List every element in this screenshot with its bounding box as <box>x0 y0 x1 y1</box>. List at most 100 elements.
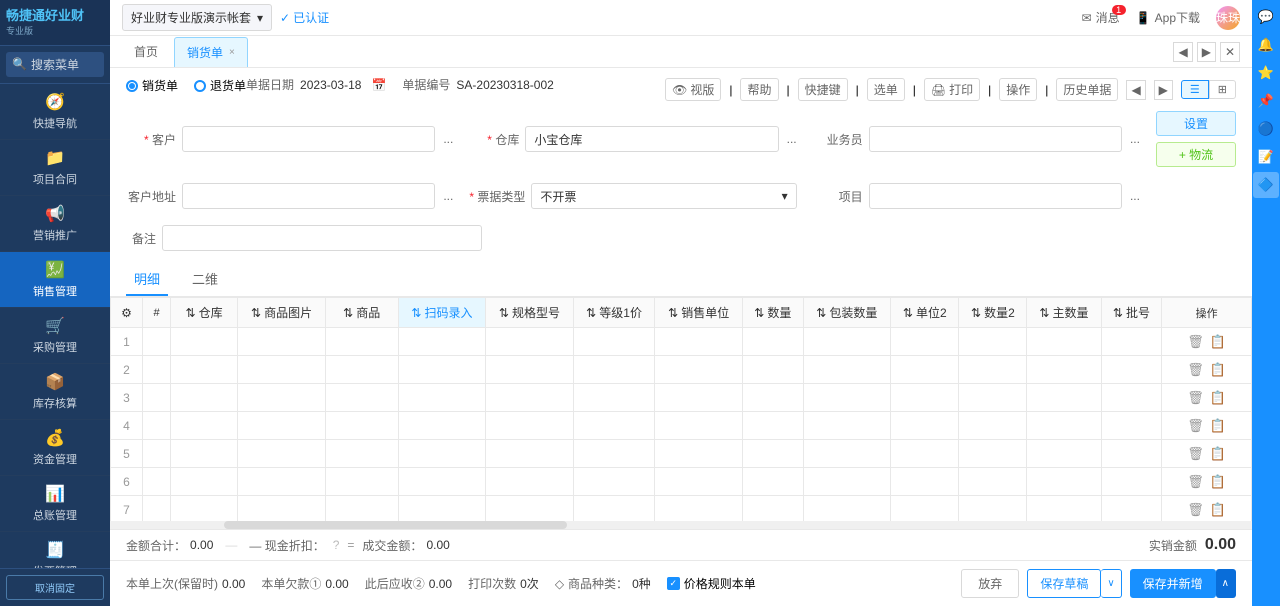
table-cell[interactable] <box>959 412 1027 440</box>
right-icon-chat[interactable]: 💬 <box>1253 4 1279 30</box>
customer-input[interactable] <box>182 126 435 152</box>
th-product[interactable]: ⇅ 商品 <box>325 298 398 328</box>
table-cell[interactable] <box>573 356 655 384</box>
right-icon-diamond[interactable]: 🔷 <box>1253 172 1279 198</box>
table-cell[interactable] <box>891 356 959 384</box>
table-cell[interactable] <box>486 328 574 356</box>
table-cell[interactable] <box>171 356 238 384</box>
help-icon[interactable]: ? <box>333 538 340 552</box>
table-cell[interactable] <box>1027 384 1101 412</box>
table-cell[interactable] <box>1027 496 1101 522</box>
th-scan-entry[interactable]: ⇅ 扫码录入 <box>398 298 486 328</box>
project-dots[interactable]: ... <box>1130 189 1140 203</box>
view-table-button[interactable]: ☰ <box>1181 80 1209 99</box>
note-input[interactable] <box>162 225 482 251</box>
table-cell[interactable] <box>655 412 743 440</box>
sidebar-item-sales[interactable]: 💹 销售管理 <box>0 252 110 308</box>
right-icon-circle[interactable]: 🔵 <box>1253 116 1279 142</box>
table-cell[interactable] <box>398 496 486 522</box>
table-cell[interactable] <box>655 328 743 356</box>
salesperson-input[interactable] <box>869 126 1122 152</box>
save-new-chevron-button[interactable]: ∧ <box>1216 569 1236 598</box>
table-cell[interactable] <box>803 412 891 440</box>
table-cell[interactable] <box>742 440 803 468</box>
right-icon-star[interactable]: ⭐ <box>1253 60 1279 86</box>
table-cell[interactable] <box>655 440 743 468</box>
customer-dots[interactable]: ... <box>443 132 453 146</box>
table-cell[interactable] <box>573 440 655 468</box>
tab-close-icon[interactable]: × <box>229 47 235 58</box>
save-draft-button[interactable]: 保存草稿 <box>1027 569 1101 598</box>
tab-sales-order[interactable]: 销货单 × <box>174 37 248 67</box>
table-cell[interactable] <box>143 328 171 356</box>
th-sales-unit[interactable]: ⇅ 销售单位 <box>655 298 743 328</box>
table-cell[interactable] <box>1027 412 1101 440</box>
table-cell[interactable] <box>1101 440 1162 468</box>
save-draft-chevron-button[interactable]: ∨ <box>1101 569 1121 598</box>
table-cell[interactable] <box>573 384 655 412</box>
sidebar-item-invoice[interactable]: 🧾 发票管理 <box>0 532 110 568</box>
table-cell[interactable] <box>238 356 326 384</box>
table-cell[interactable] <box>803 356 891 384</box>
table-cell[interactable] <box>238 468 326 496</box>
table-cell[interactable] <box>1101 412 1162 440</box>
cancel-fixed-button[interactable]: 取消固定 <box>6 575 104 600</box>
message-action[interactable]: ✉ 消息 1 <box>1082 9 1120 26</box>
address-input[interactable] <box>182 183 435 209</box>
tab-close-all-button[interactable]: ✕ <box>1220 42 1240 62</box>
copy-icon[interactable]: 📋 <box>1210 418 1226 434</box>
table-cell[interactable] <box>325 356 398 384</box>
table-cell[interactable] <box>171 440 238 468</box>
th-batch[interactable]: ⇅ 批号 <box>1101 298 1162 328</box>
calendar-icon[interactable]: 📅 <box>371 78 386 92</box>
delete-icon[interactable]: 🗑 <box>1187 418 1204 434</box>
table-cell[interactable] <box>655 496 743 522</box>
invoice-select[interactable]: 不开票 ▾ <box>531 183 796 209</box>
sidebar-item-finance[interactable]: 💰 资金管理 <box>0 420 110 476</box>
tab-2d[interactable]: 二维 <box>184 265 226 296</box>
sidebar-item-ledger[interactable]: 📊 总账管理 <box>0 476 110 532</box>
table-cell[interactable] <box>742 356 803 384</box>
table-cell[interactable] <box>486 468 574 496</box>
table-cell[interactable] <box>1027 356 1101 384</box>
table-cell[interactable] <box>398 468 486 496</box>
table-cell[interactable] <box>325 440 398 468</box>
table-cell[interactable] <box>238 328 326 356</box>
table-cell[interactable] <box>325 412 398 440</box>
table-cell[interactable] <box>891 412 959 440</box>
copy-icon[interactable]: 📋 <box>1210 390 1226 406</box>
horizontal-scrollbar[interactable] <box>110 521 1252 529</box>
history-button[interactable]: 历史单据 <box>1056 78 1118 101</box>
table-cell[interactable] <box>171 384 238 412</box>
table-cell[interactable] <box>959 384 1027 412</box>
th-settings[interactable]: ⚙ <box>111 298 143 328</box>
table-cell[interactable] <box>486 496 574 522</box>
table-cell[interactable] <box>1101 496 1162 522</box>
th-main-qty[interactable]: ⇅ 主数量 <box>1027 298 1101 328</box>
table-cell[interactable] <box>959 440 1027 468</box>
table-cell[interactable] <box>486 356 574 384</box>
view-grid-button[interactable]: ⊞ <box>1209 80 1236 99</box>
table-cell[interactable] <box>238 412 326 440</box>
table-cell[interactable] <box>1027 468 1101 496</box>
warehouse-input[interactable]: 小宝仓库 <box>525 126 778 152</box>
copy-icon[interactable]: 📋 <box>1210 446 1226 462</box>
copy-icon[interactable]: 📋 <box>1210 474 1226 490</box>
user-menu[interactable]: 珠珠 <box>1216 6 1240 30</box>
table-cell[interactable] <box>803 440 891 468</box>
salesperson-dots[interactable]: ... <box>1130 132 1140 146</box>
th-warehouse[interactable]: ⇅ 仓库 <box>171 298 238 328</box>
table-cell[interactable] <box>742 468 803 496</box>
table-cell[interactable] <box>803 328 891 356</box>
table-cell[interactable] <box>1027 440 1101 468</box>
table-cell[interactable] <box>486 384 574 412</box>
address-dots[interactable]: ... <box>443 189 453 203</box>
scroll-thumb[interactable] <box>224 521 567 529</box>
table-cell[interactable] <box>742 412 803 440</box>
price-rule-checkbox[interactable]: ✓ 价格规则本单 <box>667 575 756 592</box>
table-cell[interactable] <box>398 356 486 384</box>
right-icon-note[interactable]: 📝 <box>1253 144 1279 170</box>
table-cell[interactable] <box>803 468 891 496</box>
table-cell[interactable] <box>573 496 655 522</box>
tab-next-button[interactable]: ▶ <box>1197 42 1216 62</box>
